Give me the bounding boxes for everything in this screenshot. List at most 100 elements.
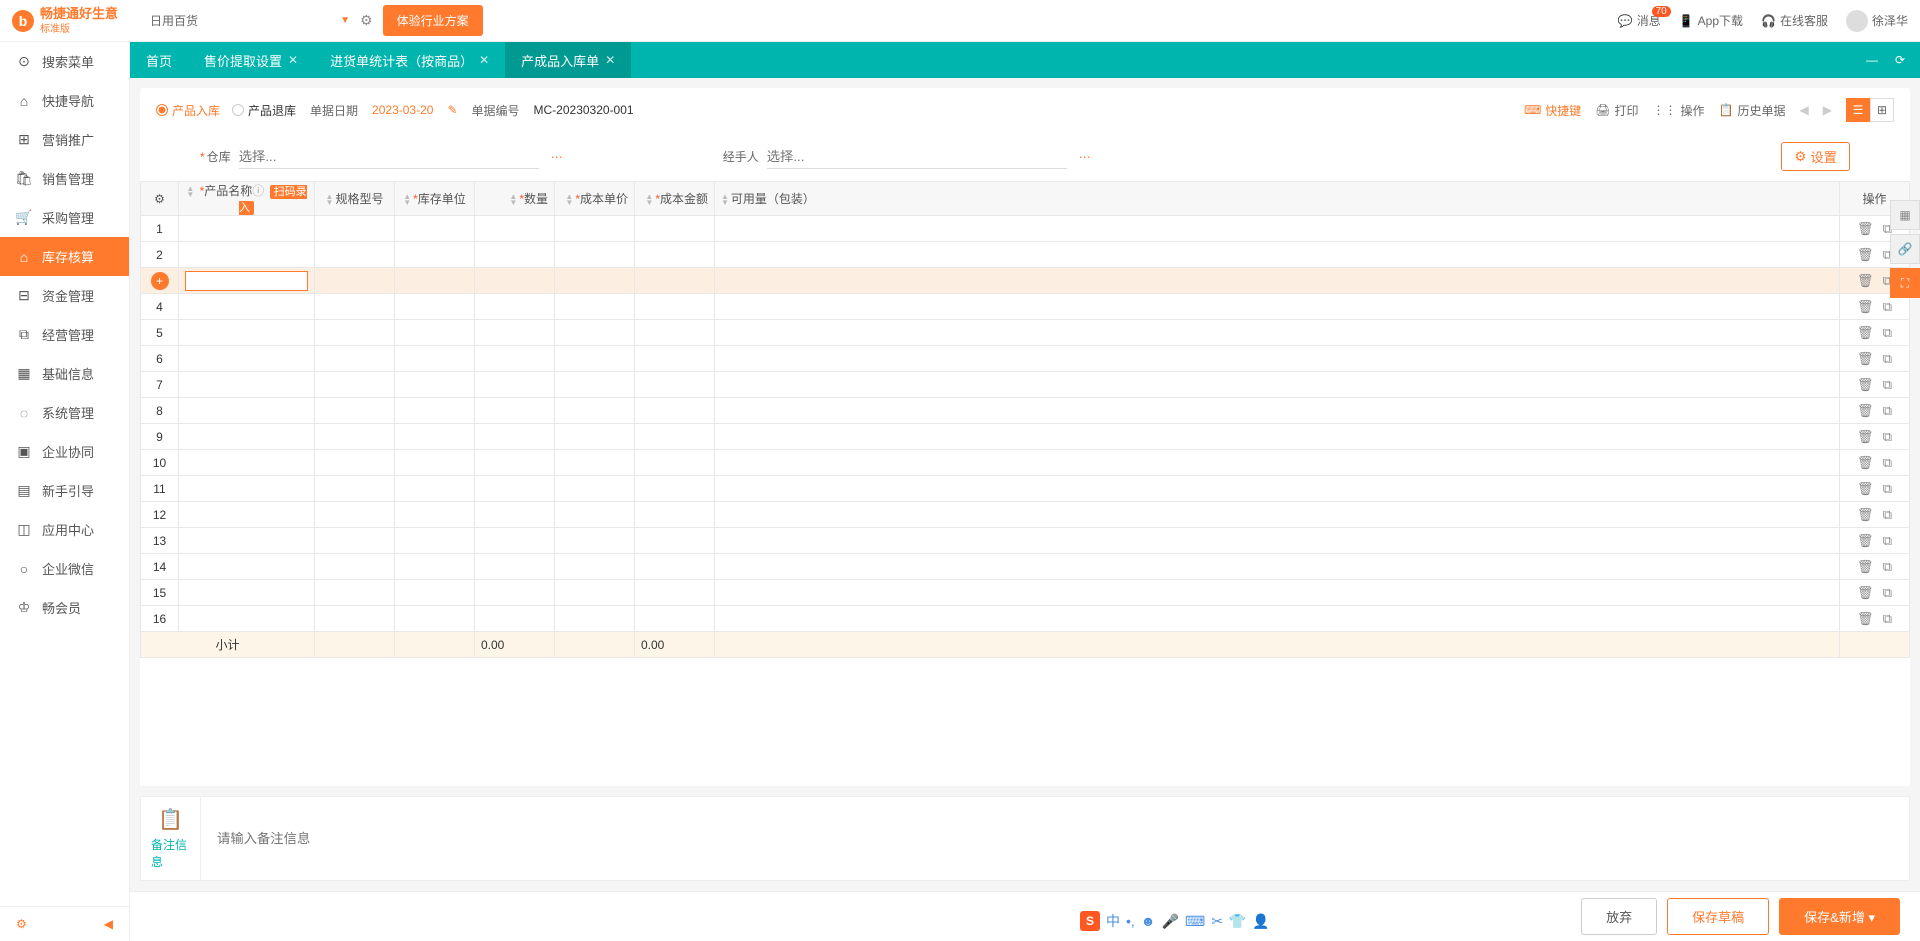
delete-icon[interactable]: 🗑: [1857, 221, 1874, 236]
radio-product-out[interactable]: 产品退库: [232, 102, 296, 119]
category-selector[interactable]: 日用百货 ▼: [150, 12, 350, 29]
table-row[interactable]: 16 🗑 ⧉: [141, 606, 1910, 632]
sidebar-item[interactable]: ○企业微信: [0, 549, 129, 588]
add-row-button[interactable]: +: [151, 272, 169, 290]
tabs-refresh-icon[interactable]: ⟳: [1888, 48, 1912, 72]
shortcut-link[interactable]: ⌨ 快捷键: [1524, 102, 1581, 119]
tab[interactable]: 进货单统计表（按商品）✕: [314, 42, 505, 78]
next-icon[interactable]: ▶: [1823, 103, 1832, 117]
delete-icon[interactable]: 🗑: [1857, 481, 1874, 496]
sidebar-item[interactable]: ◌系统管理: [0, 393, 129, 432]
remarks-input[interactable]: [201, 797, 1909, 880]
prev-icon[interactable]: ◀: [1800, 103, 1809, 117]
product-name-input[interactable]: [185, 271, 308, 291]
tab[interactable]: 首页: [130, 42, 188, 78]
rail-btn-3[interactable]: ⛶: [1890, 268, 1920, 298]
col-settings[interactable]: ⚙: [141, 182, 179, 216]
col-spec[interactable]: ▲▼规格型号: [315, 182, 395, 216]
sidebar-item[interactable]: ◫应用中心: [0, 510, 129, 549]
table-row[interactable]: 5 🗑 ⧉: [141, 320, 1910, 346]
sidebar-item[interactable]: ▦基础信息: [0, 354, 129, 393]
copy-icon[interactable]: ⧉: [1883, 559, 1892, 574]
copy-icon[interactable]: ⧉: [1883, 377, 1892, 392]
table-row[interactable]: 10 🗑 ⧉: [141, 450, 1910, 476]
table-row[interactable]: 13 🗑 ⧉: [141, 528, 1910, 554]
operate-link[interactable]: ⋮⋮ 操作: [1653, 102, 1705, 119]
copy-icon[interactable]: ⧉: [1883, 481, 1892, 496]
copy-icon[interactable]: ⧉: [1883, 611, 1892, 626]
radio-product-in[interactable]: 产品入库: [156, 102, 220, 119]
sidebar-item[interactable]: ♔畅会员: [0, 588, 129, 627]
sidebar-item[interactable]: ⊙搜索菜单: [0, 42, 129, 81]
delete-icon[interactable]: 🗑: [1857, 429, 1874, 444]
collapse-icon[interactable]: ◀: [104, 917, 113, 931]
app-download-link[interactable]: 📱 App下载: [1679, 12, 1743, 29]
table-row[interactable]: 4 🗑 ⧉: [141, 294, 1910, 320]
copy-icon[interactable]: ⧉: [1883, 507, 1892, 522]
delete-icon[interactable]: 🗑: [1857, 273, 1874, 288]
save-new-button[interactable]: 保存&新增 ▾: [1779, 898, 1900, 935]
sidebar-item[interactable]: 🛒采购管理: [0, 198, 129, 237]
table-row[interactable]: 14 🗑 ⧉: [141, 554, 1910, 580]
sidebar-item[interactable]: ⧉经营管理: [0, 315, 129, 354]
copy-icon[interactable]: ⧉: [1883, 455, 1892, 470]
delete-icon[interactable]: 🗑: [1857, 455, 1874, 470]
col-qty[interactable]: ▲▼*数量: [475, 182, 555, 216]
tab[interactable]: 售价提取设置✕: [188, 42, 314, 78]
col-name[interactable]: ▲▼ *产品名称ⓘ 扫码录入: [179, 182, 315, 216]
table-row[interactable]: 15 🗑 ⧉: [141, 580, 1910, 606]
sidebar-item[interactable]: ⊟资金管理: [0, 276, 129, 315]
sidebar-item[interactable]: ▣企业协同: [0, 432, 129, 471]
table-row[interactable]: 12 🗑 ⧉: [141, 502, 1910, 528]
copy-icon[interactable]: ⧉: [1883, 299, 1892, 314]
sidebar-item[interactable]: ▤新手引导: [0, 471, 129, 510]
table-row[interactable]: 9 🗑 ⧉: [141, 424, 1910, 450]
print-link[interactable]: 🖨 打印: [1595, 102, 1638, 119]
sidebar-item[interactable]: 🛍销售管理: [0, 159, 129, 198]
close-icon[interactable]: ✕: [605, 53, 615, 67]
view-grid-button[interactable]: ⊞: [1870, 98, 1894, 122]
view-list-button[interactable]: ☰: [1846, 98, 1870, 122]
messages-link[interactable]: 💬 消息 70: [1618, 12, 1661, 29]
settings-icon[interactable]: ⚙: [16, 917, 27, 931]
experience-button[interactable]: 体验行业方案: [383, 5, 483, 36]
delete-icon[interactable]: 🗑: [1857, 377, 1874, 392]
online-service-link[interactable]: 🎧 在线客服: [1761, 12, 1828, 29]
warehouse-more-icon[interactable]: ⋯: [551, 150, 563, 164]
sidebar-item[interactable]: ⌂库存核算: [0, 237, 129, 276]
copy-icon[interactable]: ⧉: [1883, 533, 1892, 548]
col-unit[interactable]: ▲▼*库存单位: [395, 182, 475, 216]
copy-icon[interactable]: ⧉: [1883, 403, 1892, 418]
close-icon[interactable]: ✕: [479, 53, 489, 67]
handler-input[interactable]: [767, 145, 1067, 169]
delete-icon[interactable]: 🗑: [1857, 611, 1874, 626]
settings-button[interactable]: ⚙ 设置: [1781, 142, 1850, 171]
table-row[interactable]: + 🗑 ⧉: [141, 268, 1910, 294]
delete-icon[interactable]: 🗑: [1857, 299, 1874, 314]
copy-icon[interactable]: ⧉: [1883, 325, 1892, 340]
user-menu[interactable]: 徐泽华: [1846, 10, 1908, 32]
gear-icon[interactable]: ⚙: [360, 12, 373, 29]
rail-btn-2[interactable]: 🔗: [1890, 234, 1920, 264]
sidebar-item[interactable]: ⊞营销推广: [0, 120, 129, 159]
copy-icon[interactable]: ⧉: [1883, 429, 1892, 444]
sidebar-item[interactable]: ⌂快捷导航: [0, 81, 129, 120]
handler-more-icon[interactable]: ⋯: [1079, 150, 1091, 164]
col-price[interactable]: ▲▼*成本单价: [555, 182, 635, 216]
delete-icon[interactable]: 🗑: [1857, 325, 1874, 340]
delete-icon[interactable]: 🗑: [1857, 507, 1874, 522]
table-row[interactable]: 7 🗑 ⧉: [141, 372, 1910, 398]
copy-icon[interactable]: ⧉: [1883, 351, 1892, 366]
history-link[interactable]: 📋 历史单据: [1719, 102, 1786, 119]
col-avail[interactable]: ▲▼可用量（包装）: [715, 182, 1840, 216]
table-row[interactable]: 11 🗑 ⧉: [141, 476, 1910, 502]
edit-icon[interactable]: ✎: [447, 103, 457, 117]
table-row[interactable]: 6 🗑 ⧉: [141, 346, 1910, 372]
delete-icon[interactable]: 🗑: [1857, 351, 1874, 366]
save-draft-button[interactable]: 保存草稿: [1667, 898, 1769, 935]
delete-icon[interactable]: 🗑: [1857, 533, 1874, 548]
col-amount[interactable]: ▲▼*成本金额: [635, 182, 715, 216]
rail-btn-1[interactable]: ▦: [1890, 200, 1920, 230]
delete-icon[interactable]: 🗑: [1857, 585, 1874, 600]
close-icon[interactable]: ✕: [288, 53, 298, 67]
